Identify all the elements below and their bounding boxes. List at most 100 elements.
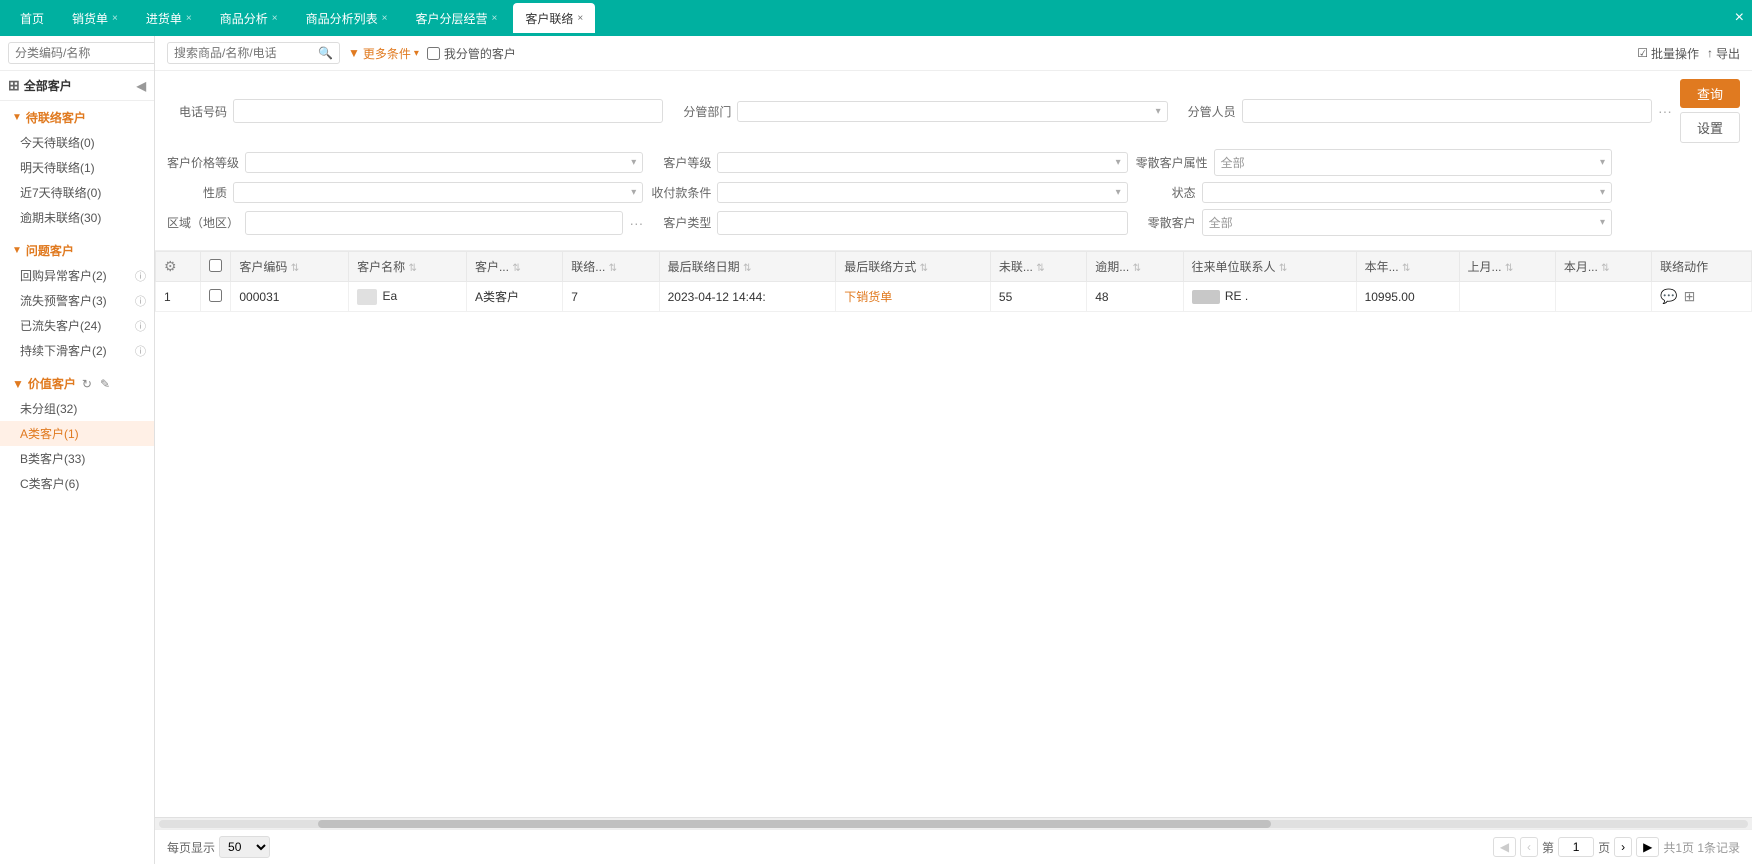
nav-tab-customer-contact-close[interactable]: ×: [577, 13, 583, 24]
col-this-month-sort[interactable]: ⇅: [1601, 263, 1609, 274]
more-filters-btn[interactable]: ▼ 更多条件 ▾: [348, 45, 419, 62]
nav-tab-customer-tier[interactable]: 客户分层经营 ×: [403, 3, 509, 33]
prev-page-btn[interactable]: ‹: [1520, 837, 1538, 857]
cust-grade-select[interactable]: ▾: [717, 152, 1127, 173]
cust-type-label: 客户类型: [651, 214, 711, 231]
qrcode-icon[interactable]: ⊞: [1684, 288, 1696, 305]
nav-tab-sales-close[interactable]: ×: [112, 13, 118, 24]
sidebar-item-overdue-contact[interactable]: 逾期未联络(30): [0, 205, 154, 230]
table-row: 1 000031 Ea A类客户 7 2023-04-12 14:44:: [156, 282, 1752, 312]
sidebar-item-b-class[interactable]: B类客户(33): [0, 446, 154, 471]
retail-attr-select[interactable]: 全部 ▾: [1214, 149, 1612, 176]
col-last-method-sort[interactable]: ⇅: [920, 263, 928, 274]
sidebar-item-a-class[interactable]: A类客户(1): [0, 421, 154, 446]
cell-last-month: [1459, 282, 1555, 312]
nav-tab-product-list-close[interactable]: ×: [382, 13, 388, 24]
settings-button[interactable]: 设置: [1680, 112, 1740, 143]
payment-select[interactable]: ▾: [717, 182, 1127, 203]
grid-icon: ⊞: [8, 77, 20, 94]
sidebar-search-input[interactable]: [8, 42, 155, 64]
sidebar-item-declining[interactable]: 持续下滑客户(2) ⓘ: [0, 338, 154, 363]
cust-grade-arrow: ▾: [1116, 157, 1121, 168]
sidebar-item-today[interactable]: 今天待联络(0): [0, 130, 154, 155]
col-contact-person: 往来单位联系人 ⇅: [1183, 252, 1356, 282]
problem-customers-title[interactable]: ▼ 问题客户: [0, 238, 154, 263]
export-btn[interactable]: ↑ 导出: [1707, 45, 1740, 62]
scrollbar-thumb[interactable]: [318, 820, 1271, 828]
nav-tab-product-analysis-close[interactable]: ×: [272, 13, 278, 24]
payment-label: 收付款条件: [651, 184, 711, 201]
my-customers-checkbox[interactable]: [427, 47, 440, 60]
nav-tab-customer-contact[interactable]: 客户联络 ×: [513, 3, 595, 33]
page-number-input[interactable]: [1558, 837, 1594, 857]
col-last-date-sort[interactable]: ⇅: [743, 263, 751, 274]
horizontal-scrollbar[interactable]: [155, 817, 1752, 829]
nav-tab-home[interactable]: 首页: [8, 3, 56, 33]
col-last-method: 最后联络方式 ⇅: [836, 252, 991, 282]
col-code-sort[interactable]: ⇅: [291, 263, 299, 274]
row-checkbox[interactable]: [209, 289, 222, 302]
value-customers-refresh-btn[interactable]: ↻: [80, 377, 94, 391]
last-page-btn[interactable]: ▶: [1636, 837, 1659, 857]
batch-op-icon: ☑: [1637, 46, 1648, 60]
status-select[interactable]: ▾: [1202, 182, 1612, 203]
sidebar-item-c-class[interactable]: C类客户(6): [0, 471, 154, 496]
phone-label: 电话号码: [167, 103, 227, 120]
col-contact-count-sort[interactable]: ⇅: [609, 263, 617, 274]
nav-tab-purchase-close[interactable]: ×: [186, 13, 192, 24]
nav-tab-product-analysis-label: 商品分析: [220, 10, 268, 27]
sidebar-item-lostwarning[interactable]: 流失预警客户(3) ⓘ: [0, 288, 154, 313]
nav-tab-purchase[interactable]: 进货单 ×: [134, 3, 204, 33]
next-page-btn[interactable]: ›: [1614, 837, 1632, 857]
window-close-button[interactable]: ×: [1735, 9, 1744, 27]
search-icon[interactable]: 🔍: [318, 46, 333, 60]
nav-tab-sales[interactable]: 销货单 ×: [60, 3, 130, 33]
retail-cust-select[interactable]: 全部 ▾: [1202, 209, 1612, 236]
col-cust-type-sort[interactable]: ⇅: [512, 263, 520, 274]
manager-ellipsis-btn[interactable]: ···: [1658, 103, 1672, 119]
last-method-link[interactable]: 下销货单: [844, 290, 892, 304]
value-customers-header[interactable]: ▼ 价值客户 ↻ ✎: [0, 371, 154, 396]
region-input[interactable]: [245, 211, 623, 235]
nav-tab-product-analysis[interactable]: 商品分析 ×: [208, 3, 290, 33]
sidebar-item-7days[interactable]: 近7天待联络(0): [0, 180, 154, 205]
chat-icon[interactable]: 💬: [1660, 288, 1677, 305]
nav-tab-customer-tier-close[interactable]: ×: [491, 13, 497, 24]
col-last-month-sort[interactable]: ⇅: [1505, 263, 1513, 274]
nature-select[interactable]: ▾: [233, 182, 643, 203]
col-uncontacted-sort[interactable]: ⇅: [1036, 263, 1044, 274]
batch-op-btn[interactable]: ☑ 批量操作: [1637, 45, 1699, 62]
search-input[interactable]: [174, 46, 314, 60]
select-all-checkbox[interactable]: [209, 259, 222, 272]
all-customers-header[interactable]: ⊞ 全部客户 ◀: [0, 71, 154, 101]
value-customers-edit-btn[interactable]: ✎: [98, 377, 112, 391]
dept-select[interactable]: ▾: [737, 101, 1167, 122]
price-grade-select[interactable]: ▾: [245, 152, 643, 173]
first-page-btn[interactable]: ◀: [1493, 837, 1516, 857]
phone-input[interactable]: [233, 99, 663, 123]
sidebar-item-lost[interactable]: 已流失客户(24) ⓘ: [0, 313, 154, 338]
sidebar-item-tomorrow[interactable]: 明天待联络(1): [0, 155, 154, 180]
sidebar-item-repurchase-abnormal[interactable]: 回购异常客户(2) ⓘ: [0, 263, 154, 288]
col-contact-person-sort[interactable]: ⇅: [1279, 263, 1287, 274]
manager-input[interactable]: [1242, 99, 1652, 123]
filter-row-2: 客户价格等级 ▾ 客户等级 ▾ 零散客户属性 全部: [167, 149, 1740, 176]
page-size-select[interactable]: 10 20 50 100: [219, 836, 270, 858]
query-button[interactable]: 查询: [1680, 79, 1740, 108]
filter-field-manager: 分管人员 ···: [1176, 99, 1672, 123]
col-overdue-sort[interactable]: ⇅: [1133, 263, 1141, 274]
col-annual-sort[interactable]: ⇅: [1402, 263, 1410, 274]
col-name-sort[interactable]: ⇅: [409, 263, 417, 274]
cell-name: Ea: [349, 282, 467, 312]
sidebar-item-unclassified[interactable]: 未分组(32): [0, 396, 154, 421]
filter-field-region: 区域（地区） ···: [167, 211, 643, 235]
retail-attr-arrow: ▾: [1600, 157, 1605, 168]
gear-settings-btn[interactable]: ⚙: [164, 258, 177, 275]
nav-tab-product-analysis-list[interactable]: 商品分析列表 ×: [294, 3, 400, 33]
sidebar-collapse-btn[interactable]: ◀: [137, 79, 146, 93]
region-ellipsis-btn[interactable]: ···: [629, 215, 643, 231]
sidebar: 🔍 ⊞ 全部客户 ◀ ▼ 待联络客户 今天待联络(0) 明天待联络(1) 近7天…: [0, 36, 155, 864]
cell-uncontacted: 55: [990, 282, 1086, 312]
cust-type-input[interactable]: [717, 211, 1127, 235]
pending-contact-title[interactable]: ▼ 待联络客户: [0, 105, 154, 130]
